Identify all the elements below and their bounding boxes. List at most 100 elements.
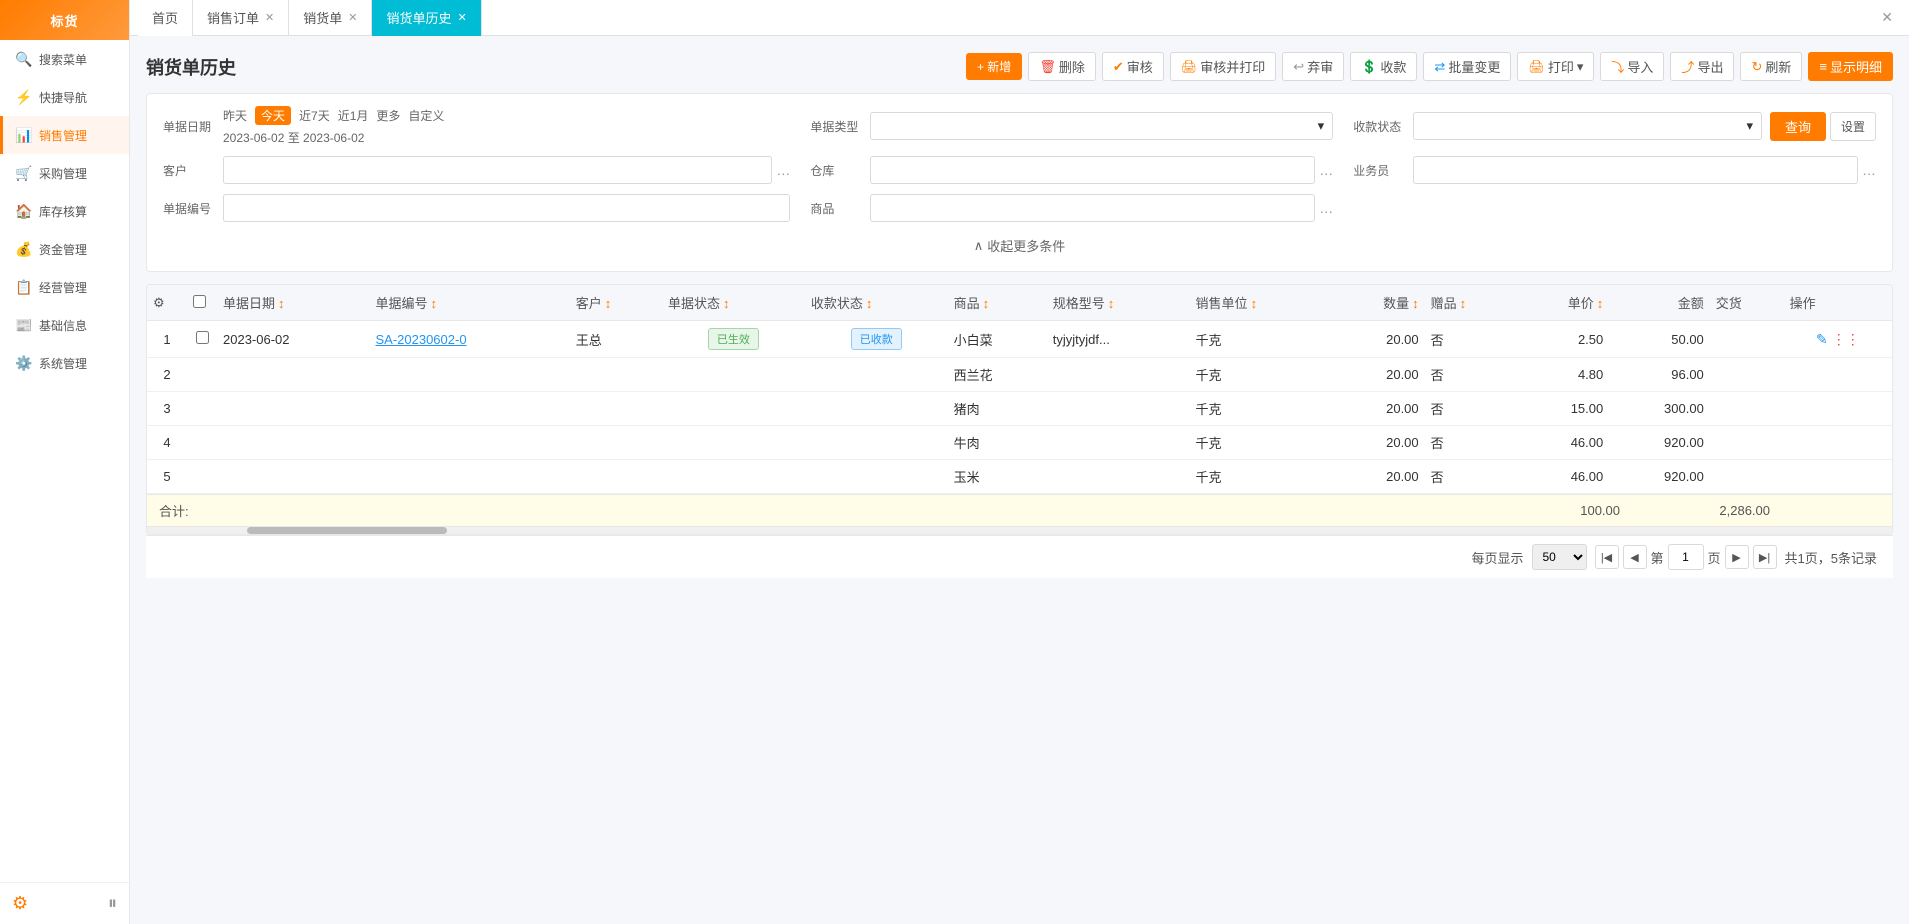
th-price[interactable]: 单价↕ [1517, 285, 1609, 321]
new-button[interactable]: + 新增 [966, 53, 1022, 80]
cell-doc-status [662, 392, 805, 426]
th-doc-date[interactable]: 单据日期↕ [217, 285, 369, 321]
cell-num: 5 [147, 460, 187, 494]
collapse-button[interactable]: ∧ 收起更多条件 [163, 232, 1876, 259]
page-number-input[interactable] [1668, 544, 1704, 570]
sidebar-item-sales-mgmt[interactable]: 📊 销售管理 [0, 116, 129, 154]
batch-button[interactable]: ⇄ 批量变更 [1423, 52, 1511, 81]
total-pages-label: 共1页，5条记录 [1785, 548, 1877, 567]
refresh-button[interactable]: ↻ 刷新 [1740, 52, 1802, 81]
page-size-select[interactable]: 50 20 100 200 [1532, 544, 1587, 570]
import-button[interactable]: ⤵ 导入 [1600, 52, 1664, 81]
tab-home[interactable]: 首页 [138, 0, 193, 36]
tab-sales-order[interactable]: 销售订单 ✕ [193, 0, 289, 36]
filter-row-2: 客户 … 仓库 … 业务员 … [163, 156, 1876, 184]
warehouse-input[interactable] [870, 156, 1315, 184]
th-customer[interactable]: 客户↕ [570, 285, 662, 321]
window-close-button[interactable]: ✕ [1873, 9, 1901, 26]
goods-dots[interactable]: … [1319, 200, 1333, 216]
audit-print-button[interactable]: 🖨 审核并打印 [1170, 52, 1277, 81]
salesman-input[interactable] [1413, 156, 1858, 184]
cell-doc-no[interactable]: SA-20230602-0 [369, 321, 569, 358]
query-button[interactable]: 查询 [1770, 112, 1826, 141]
warehouse-dots[interactable]: … [1319, 162, 1333, 178]
cell-doc-no [369, 460, 569, 494]
row-delete-button[interactable]: ⋮⋮ [1832, 331, 1860, 347]
collect-button[interactable]: 💲 收款 [1350, 52, 1417, 81]
first-page-button[interactable]: |◀ [1595, 545, 1619, 569]
cell-num: 1 [147, 321, 187, 358]
goods-input[interactable] [870, 194, 1315, 222]
doc-type-select[interactable]: ▾ [870, 112, 1333, 140]
th-spec[interactable]: 规格型号↕ [1047, 285, 1190, 321]
audit-print-icon: 🖨 [1181, 59, 1198, 75]
sidebar-bottom-icon2[interactable]: ⏸ [108, 893, 117, 914]
shortcut-1month[interactable]: 近1月 [338, 107, 369, 124]
show-detail-button[interactable]: ≡ 显示明细 [1808, 52, 1893, 81]
shortcut-custom[interactable]: 自定义 [408, 107, 444, 124]
last-page-button[interactable]: ▶| [1753, 545, 1777, 569]
shortcut-more[interactable]: 更多 [376, 107, 400, 124]
th-trade[interactable]: 交货 [1710, 285, 1784, 321]
sidebar-item-system[interactable]: ⚙️ 系统管理 [0, 344, 129, 382]
sidebar-item-quick-nav[interactable]: ⚡ 快捷导航 [0, 78, 129, 116]
settings-button[interactable]: 设置 [1830, 112, 1876, 141]
print-button[interactable]: 🖨 打印 ▾ [1517, 52, 1594, 81]
tab-sales-history[interactable]: 销货单历史 ✕ [372, 0, 481, 36]
sidebar-item-search-menu[interactable]: 🔍 搜索菜单 [0, 40, 129, 78]
th-doc-no[interactable]: 单据编号↕ [369, 285, 569, 321]
sidebar-bottom-icon1[interactable]: ⚙ [12, 893, 28, 914]
sidebar-item-inventory[interactable]: 🏠 库存核算 [0, 192, 129, 230]
tab-sales-goods[interactable]: 销货单 ✕ [289, 0, 372, 36]
app-logo: 标货 [0, 0, 129, 40]
tab-close-sales-goods[interactable]: ✕ [348, 11, 357, 24]
select-all-checkbox[interactable] [193, 295, 206, 308]
cell-checkbox[interactable] [187, 426, 217, 460]
customer-dots[interactable]: … [776, 162, 790, 178]
cell-checkbox[interactable] [187, 392, 217, 426]
abandon-button[interactable]: ↩ 弃审 [1282, 52, 1344, 81]
cell-checkbox[interactable] [187, 460, 217, 494]
sidebar-item-operations[interactable]: 📋 经营管理 [0, 268, 129, 306]
shortcut-7days[interactable]: 近7天 [299, 107, 330, 124]
salesman-dots[interactable]: … [1862, 162, 1876, 178]
th-pay-status[interactable]: 收款状态↕ [805, 285, 948, 321]
audit-button[interactable]: ✔ 审核 [1102, 52, 1164, 81]
sidebar-item-finance[interactable]: 💰 资金管理 [0, 230, 129, 268]
edit-button[interactable]: ✎ [1816, 331, 1828, 347]
pay-status-select[interactable]: ▾ [1413, 112, 1762, 140]
next-page-button[interactable]: ▶ [1725, 545, 1749, 569]
summary-qty: 100.00 [800, 503, 1700, 518]
cell-trade [1710, 358, 1784, 392]
sidebar-item-basic-info[interactable]: 📰 基础信息 [0, 306, 129, 344]
th-qty[interactable]: 数量↕ [1332, 285, 1424, 321]
cell-spec: tyjyjtyjdf... [1047, 321, 1190, 358]
doc-no-input[interactable] [223, 194, 790, 222]
tab-close-sales-order[interactable]: ✕ [265, 11, 274, 24]
horizontal-scrollbar[interactable] [147, 526, 1892, 534]
content-area: 销货单历史 + 新增 🗑 删除 ✔ 审核 🖨 审核并打印 ↩ 弃审 [130, 36, 1909, 924]
th-checkbox[interactable] [187, 285, 217, 321]
shortcut-today[interactable]: 今天 [255, 106, 291, 125]
cell-checkbox[interactable] [187, 321, 217, 358]
delete-button[interactable]: 🗑 删除 [1028, 52, 1096, 81]
cell-checkbox[interactable] [187, 358, 217, 392]
th-gift[interactable]: 赠品↕ [1425, 285, 1517, 321]
prev-page-button[interactable]: ◀ [1623, 545, 1647, 569]
row-checkbox[interactable] [196, 331, 209, 344]
th-unit[interactable]: 销售单位↕ [1190, 285, 1333, 321]
cell-action: ✎⋮⋮ [1784, 321, 1892, 358]
shortcut-yesterday[interactable]: 昨天 [223, 107, 247, 124]
th-amount[interactable]: 金额 [1609, 285, 1710, 321]
th-goods[interactable]: 商品↕ [948, 285, 1047, 321]
table-summary: 合计: 100.00 2,286.00 [147, 494, 1892, 526]
th-settings[interactable]: ⚙ [147, 285, 187, 321]
tab-bar: 首页 销售订单 ✕ 销货单 ✕ 销货单历史 ✕ ✕ [130, 0, 1909, 36]
th-doc-status[interactable]: 单据状态↕ [662, 285, 805, 321]
cell-spec [1047, 460, 1190, 494]
cell-amount: 920.00 [1609, 426, 1710, 460]
tab-close-sales-history[interactable]: ✕ [458, 11, 467, 24]
sidebar-item-purchase-mgmt[interactable]: 🛒 采购管理 [0, 154, 129, 192]
customer-input[interactable] [223, 156, 772, 184]
export-button[interactable]: ⤴ 导出 [1670, 52, 1734, 81]
